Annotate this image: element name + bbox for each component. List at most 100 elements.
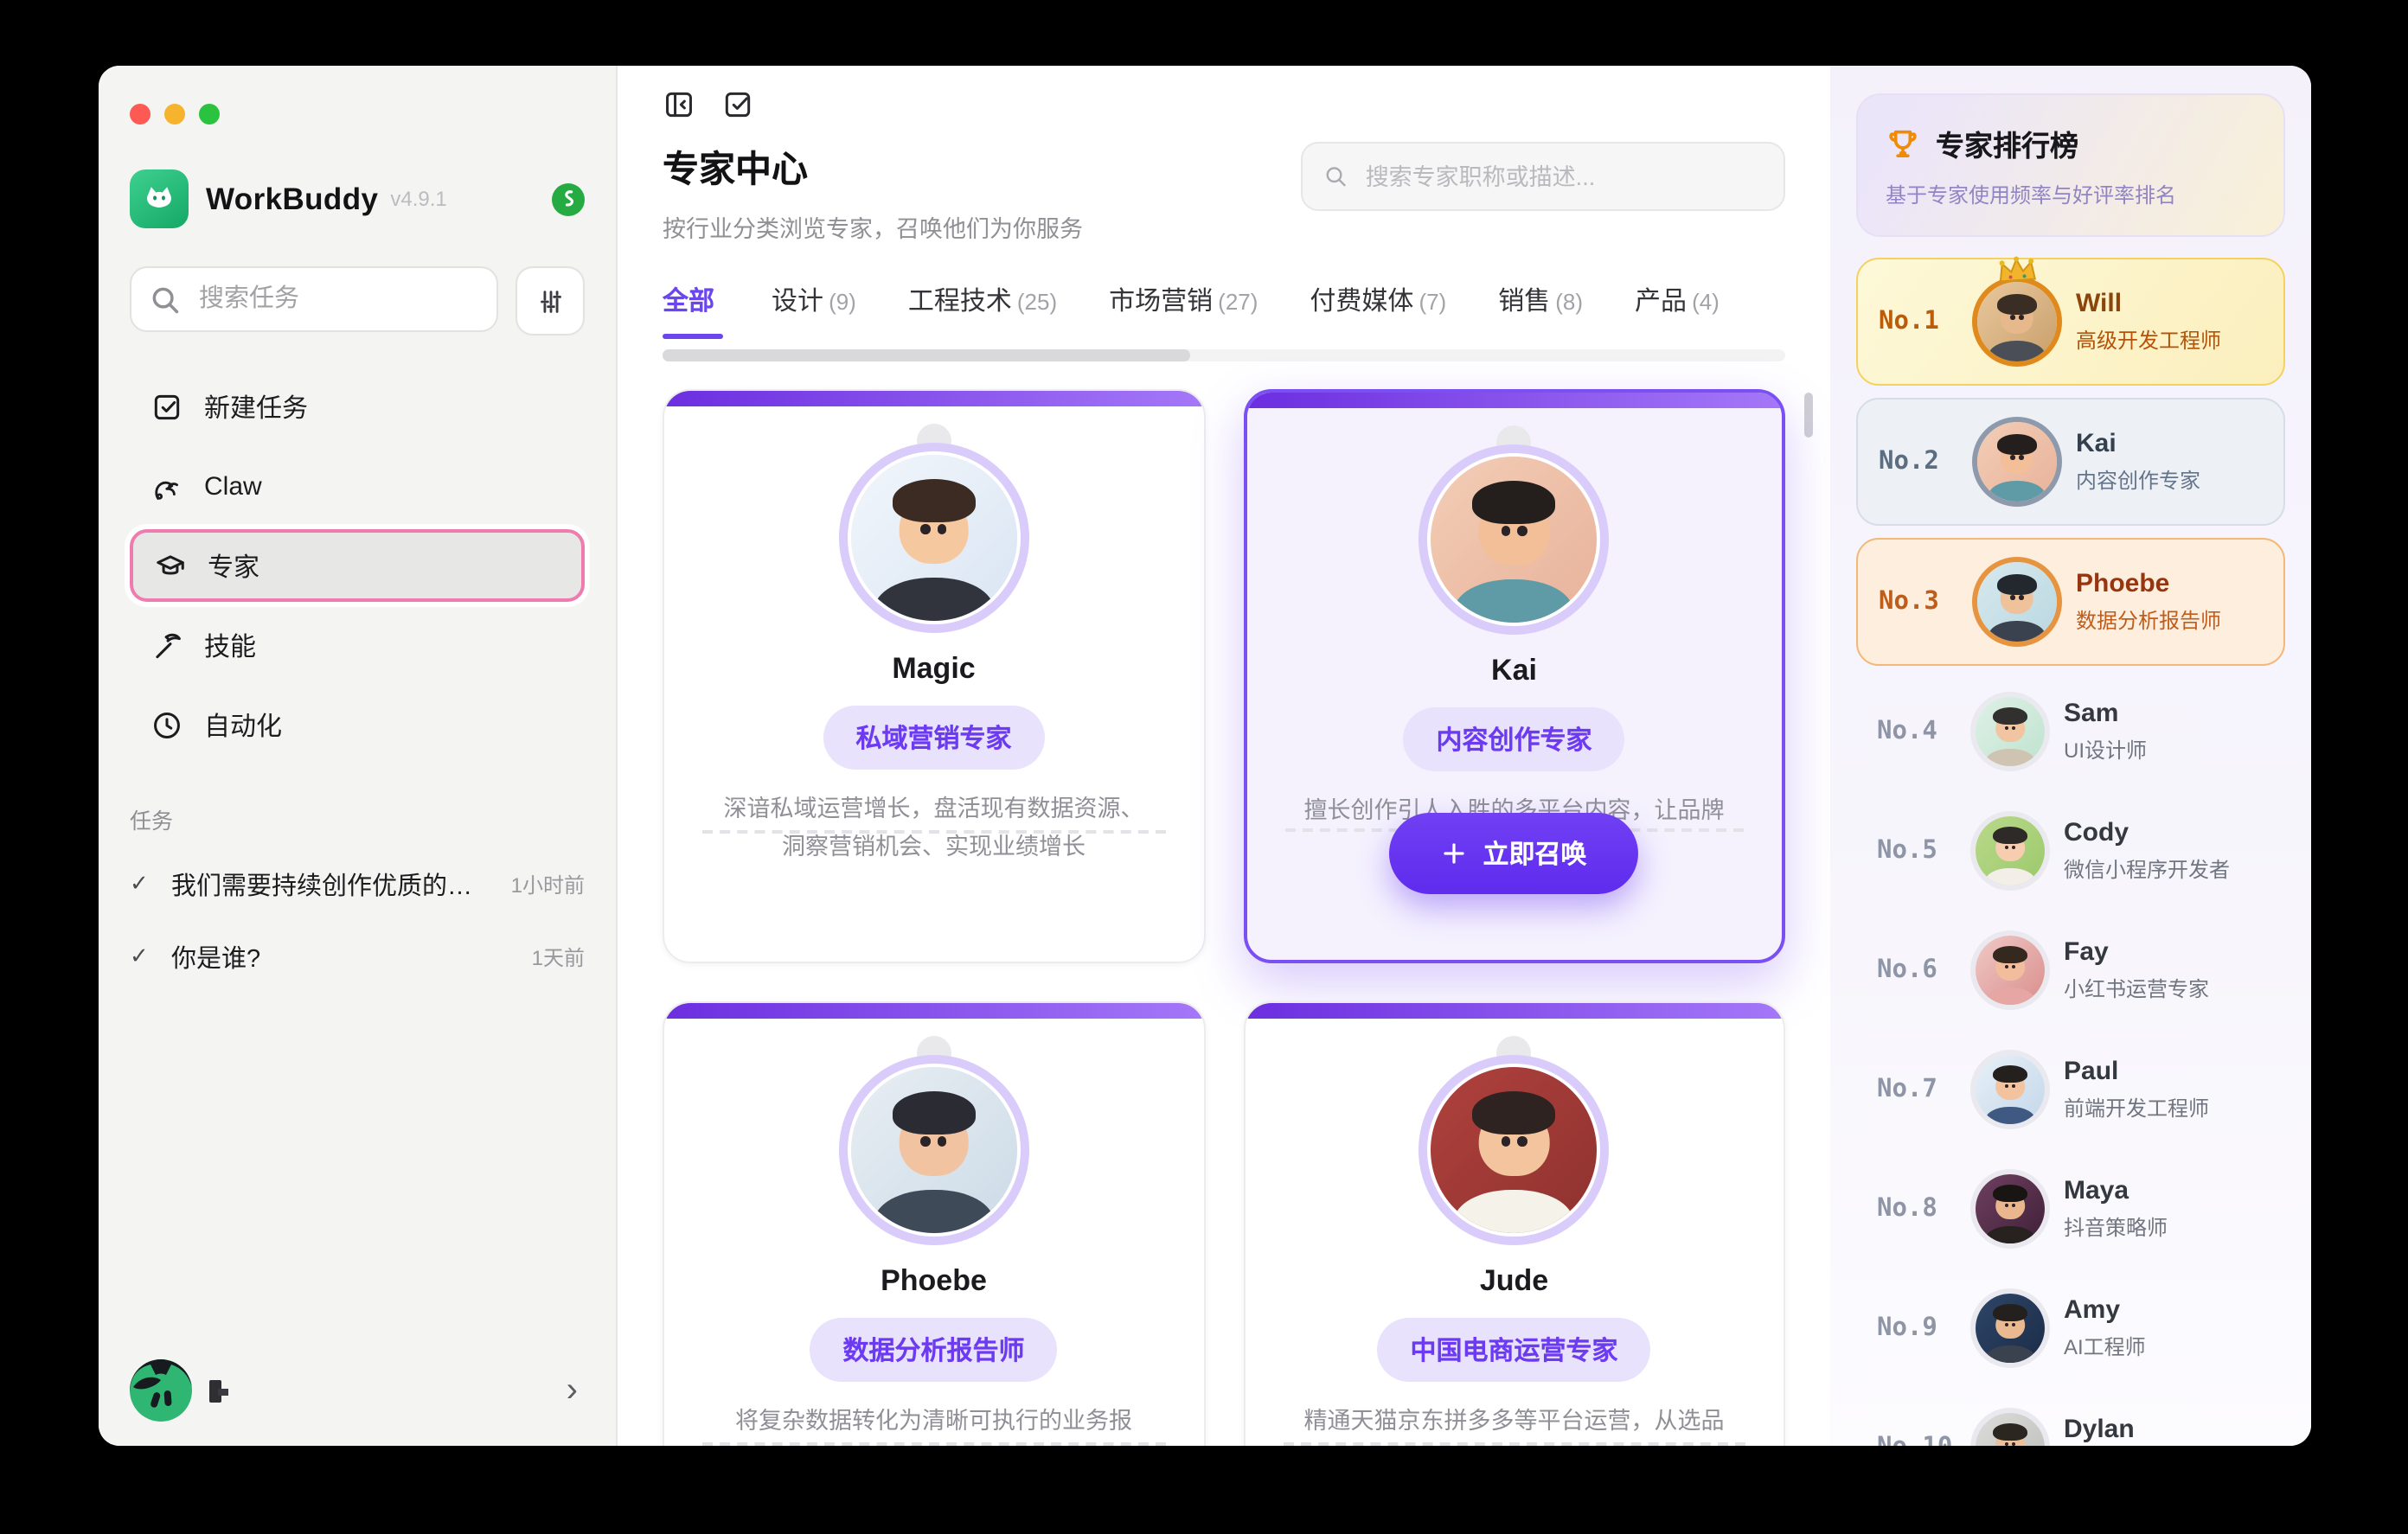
user-avatar[interactable]	[130, 1359, 192, 1422]
leaderboard-role: 微信小程序开发者	[2064, 858, 2231, 882]
sidebar-item-new-task[interactable]: 新建任务	[130, 370, 585, 443]
expert-description: 精通天猫京东拼多多等平台运营，从选品到爆款一站式操盘	[1303, 1408, 1725, 1434]
check-icon: ✓	[130, 943, 149, 968]
app-logo-icon	[130, 169, 189, 228]
card-accent-bar	[664, 1003, 1203, 1019]
leaderboard-header: 专家排行榜 基于专家使用频率与好评率排名	[1856, 93, 2285, 237]
zoom-button[interactable]	[199, 104, 220, 125]
task-search-input[interactable]	[195, 284, 479, 315]
sidebar-item-claw[interactable]: Claw	[130, 450, 585, 522]
tab-design[interactable]: 设计 (9)	[772, 282, 856, 339]
leaderboard-row-5[interactable]: No.5 Cody 微信小程序开发者	[1856, 797, 2285, 904]
close-button[interactable]	[130, 104, 150, 125]
leaderboard-avatar	[1976, 1413, 2045, 1446]
claw-icon	[155, 480, 178, 499]
crown-icon	[1999, 256, 2037, 283]
leaderboard-role: 高级开发工程师	[2076, 329, 2222, 353]
task-search-field[interactable]	[130, 266, 498, 332]
rank-label: No.10	[1877, 1434, 1956, 1446]
filter-button[interactable]	[516, 266, 585, 336]
pickaxe-icon	[156, 632, 181, 658]
leaderboard-avatar	[1976, 816, 2045, 885]
expert-search-field[interactable]	[1301, 142, 1785, 211]
brand-row: WorkBuddy v4.9.1	[130, 169, 585, 228]
task-title: 你是谁?	[171, 945, 261, 973]
search-icon	[1326, 167, 1346, 187]
vertical-scrollbar-thumb[interactable]	[1804, 393, 1813, 438]
expert-description: 将复杂数据转化为清晰可执行的业务报告，让数据驱动决策	[735, 1408, 1132, 1434]
leaderboard-row-6[interactable]: No.6 Fay 小红书运营专家	[1856, 917, 2285, 1024]
sliders-icon	[540, 290, 560, 312]
leaderboard-avatar	[1976, 936, 2045, 1005]
leaderboard-name: Maya	[2064, 1176, 2129, 1205]
expert-description: 深谙私域运营增长，盘活现有数据资源、洞察营销机会、实现业绩增长	[723, 796, 1144, 860]
tab-all[interactable]: 全部	[663, 282, 724, 339]
leaderboard-row-7[interactable]: No.7 Paul 前端开发工程师	[1856, 1036, 2285, 1143]
trophy-icon	[1889, 130, 1917, 158]
plus-icon	[1444, 843, 1465, 864]
card-divider	[1283, 1442, 1745, 1446]
tab-sales[interactable]: 销售 (8)	[1498, 282, 1583, 339]
rank-label: No.6	[1877, 956, 1937, 984]
card-accent-bar	[1245, 1003, 1784, 1019]
task-title: 我们需要持续创作优质的关于...	[171, 872, 494, 900]
minimize-button[interactable]	[164, 104, 185, 125]
rank-label: No.3	[1879, 588, 1939, 616]
sidebar-footer: ›	[130, 1359, 585, 1422]
rank-label: No.4	[1877, 718, 1937, 745]
expert-card-kai[interactable]: Kai 内容创作专家 擅长创作引人入胜的多平台内容，让品牌故事触达目标受众 立即…	[1243, 389, 1785, 963]
expert-role-badge: 中国电商运营专家	[1377, 1318, 1651, 1382]
tab-product[interactable]: 产品 (4)	[1635, 282, 1720, 339]
leaderboard-row-3[interactable]: No.3 Phoebe 数据分析报告师	[1856, 538, 2285, 666]
screen: WorkBuddy v4.9.1 搜索任务 新建任务 Claw 专家 技能 自动…	[0, 0, 2408, 1534]
leaderboard-row-2[interactable]: No.2 Kai 内容创作专家	[1856, 398, 2285, 526]
tab-paid-media[interactable]: 付费媒体 (7)	[1310, 282, 1446, 339]
leaderboard-role: AI工程师	[2064, 1335, 2146, 1359]
expert-role-badge: 数据分析报告师	[810, 1318, 1058, 1382]
leaderboard-row-1[interactable]: No.1 Will 高级开发工程师	[1856, 256, 2285, 386]
task-row[interactable]: ✓ 我们需要持续创作优质的关于... 1小时前	[130, 853, 585, 915]
nav-label: 专家	[208, 553, 260, 582]
leaderboard-row-8[interactable]: No.8 Maya 抖音策略师	[1856, 1155, 2285, 1262]
expand-chevron-icon[interactable]: ›	[560, 1370, 585, 1411]
tab-engineering[interactable]: 工程技术 (25)	[908, 282, 1057, 339]
leaderboard-subtitle: 基于专家使用频率与好评率排名	[1886, 183, 2177, 208]
sidebar-item-skills[interactable]: 技能	[130, 609, 585, 681]
task-time: 1小时前	[510, 872, 585, 897]
user-name-glyph	[209, 1379, 228, 1402]
task-row[interactable]: ✓ 你是谁? 1天前	[130, 925, 585, 988]
expert-name: Jude	[1479, 1264, 1549, 1297]
leaderboard-name: Phoebe	[2076, 569, 2170, 598]
expert-search-input[interactable]	[1361, 162, 1763, 191]
leaderboard-role: 数据分析报告师	[2076, 609, 2222, 633]
horizontal-scrollbar-thumb[interactable]	[663, 349, 1191, 361]
graduation-cap-icon	[157, 554, 184, 574]
leaderboard-avatar	[1976, 1294, 2045, 1363]
leaderboard-row-4[interactable]: No.4 Sam UI设计师	[1856, 678, 2285, 785]
expert-card-phoebe[interactable]: Phoebe 数据分析报告师 将复杂数据转化为清晰可执行的业务报告，让数据驱动决…	[663, 1001, 1205, 1446]
tasks-checkbox-icon[interactable]	[721, 88, 754, 121]
window-controls	[130, 66, 585, 125]
collapse-sidebar-icon[interactable]	[663, 88, 695, 121]
status-badge-icon	[552, 182, 585, 215]
leaderboard-avatar	[1977, 256, 2057, 361]
leaderboard-role: 前端开发工程师	[2064, 1096, 2210, 1121]
leaderboard-avatar	[1977, 422, 2057, 502]
sidebar: WorkBuddy v4.9.1 搜索任务 新建任务 Claw 专家 技能 自动…	[99, 66, 618, 1446]
expert-card-magic[interactable]: Magic 私域营销专家 深谙私域运营增长，盘活现有数据资源、洞察营销机会、实现…	[663, 389, 1205, 963]
sidebar-item-automation[interactable]: 自动化	[130, 688, 585, 761]
category-tabs: 全部 设计 (9) 工程技术 (25) 市场营销 (27) 付费媒体 (7) 销售 (8)…	[663, 282, 1785, 339]
tab-marketing[interactable]: 市场营销 (27)	[1109, 282, 1258, 339]
page-subtitle: 按行业分类浏览专家，召唤他们为你服务	[663, 216, 1083, 242]
rank-label: No.2	[1879, 448, 1939, 476]
check-icon: ✓	[130, 870, 149, 896]
leaderboard-row-9[interactable]: No.9 Amy AI工程师	[1856, 1275, 2285, 1382]
sidebar-item-experts[interactable]: 专家	[130, 529, 585, 602]
expert-card-jude[interactable]: Jude 中国电商运营专家 精通天猫京东拼多多等平台运营，从选品到爆款一站式操盘	[1243, 1001, 1785, 1446]
leaderboard-row-10[interactable]: No.10 Dylan高级项目经理	[1856, 1394, 2285, 1446]
expert-role-badge: 内容创作专家	[1403, 707, 1625, 771]
task-time: 1天前	[531, 945, 585, 969]
card-accent-bar	[664, 391, 1203, 406]
summon-button[interactable]: 立即召唤	[1389, 813, 1639, 894]
leaderboard-role: 抖音策略师	[2064, 1216, 2168, 1240]
